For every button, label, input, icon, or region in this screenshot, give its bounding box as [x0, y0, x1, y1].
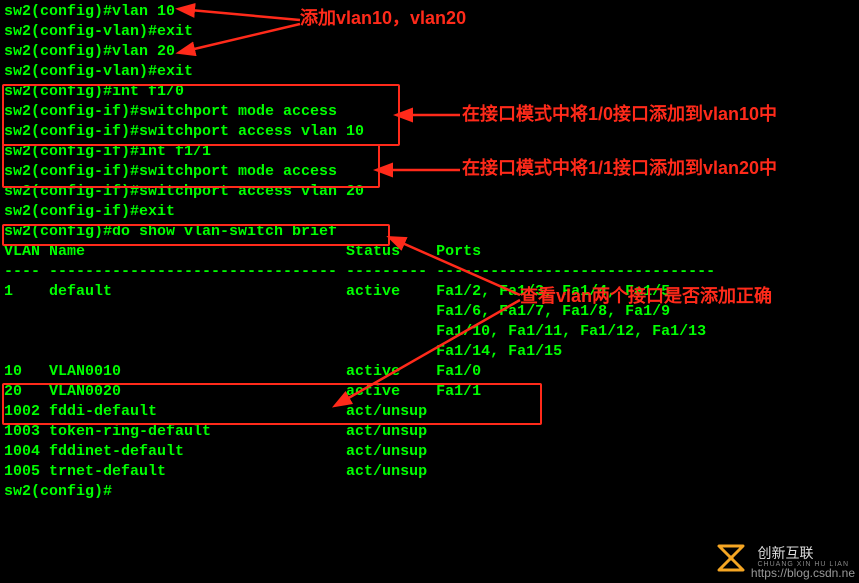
- terminal-line: sw2(config-if)#switchport mode access: [4, 102, 855, 122]
- terminal-line: 10 VLAN0010 active Fa1/0: [4, 362, 855, 382]
- terminal-line: sw2(config-if)#switchport mode access: [4, 162, 855, 182]
- terminal-line: sw2(config-if)#switchport access vlan 20: [4, 182, 855, 202]
- terminal-line: 1004 fddinet-default act/unsup: [4, 442, 855, 462]
- terminal-line: 1003 token-ring-default act/unsup: [4, 422, 855, 442]
- terminal-line: ---- -------------------------------- --…: [4, 262, 855, 282]
- terminal-line: sw2(config-if)#switchport access vlan 10: [4, 122, 855, 142]
- terminal-line: sw2(config)#: [4, 482, 855, 502]
- terminal-line: sw2(config-vlan)#exit: [4, 22, 855, 42]
- terminal-output: sw2(config)#vlan 10sw2(config-vlan)#exit…: [0, 0, 859, 504]
- csdn-link: https://blog.csdn.ne: [751, 563, 855, 583]
- terminal-line: Fa1/14, Fa1/15: [4, 342, 855, 362]
- terminal-line: Fa1/10, Fa1/11, Fa1/12, Fa1/13: [4, 322, 855, 342]
- terminal-line: sw2(config-if)#int f1/1: [4, 142, 855, 162]
- terminal-line: sw2(config)#int f1/0: [4, 82, 855, 102]
- terminal-line: 1005 trnet-default act/unsup: [4, 462, 855, 482]
- terminal-line: 1002 fddi-default act/unsup: [4, 402, 855, 422]
- terminal-line: sw2(config)#vlan 20: [4, 42, 855, 62]
- terminal-line: Fa1/6, Fa1/7, Fa1/8, Fa1/9: [4, 302, 855, 322]
- watermark-brand-cn: 创新互联: [757, 546, 849, 560]
- terminal-line: sw2(config-if)#exit: [4, 202, 855, 222]
- terminal-line: sw2(config-vlan)#exit: [4, 62, 855, 82]
- terminal-line: sw2(config)#vlan 10: [4, 2, 855, 22]
- terminal-line: 1 default active Fa1/2, Fa1/3, Fa1/4, Fa…: [4, 282, 855, 302]
- terminal-line: VLAN Name Status Ports: [4, 242, 855, 262]
- terminal-line: 20 VLAN0020 active Fa1/1: [4, 382, 855, 402]
- watermark-logo-icon: [713, 540, 749, 576]
- terminal-line: sw2(config)#do show vlan-switch brief: [4, 222, 855, 242]
